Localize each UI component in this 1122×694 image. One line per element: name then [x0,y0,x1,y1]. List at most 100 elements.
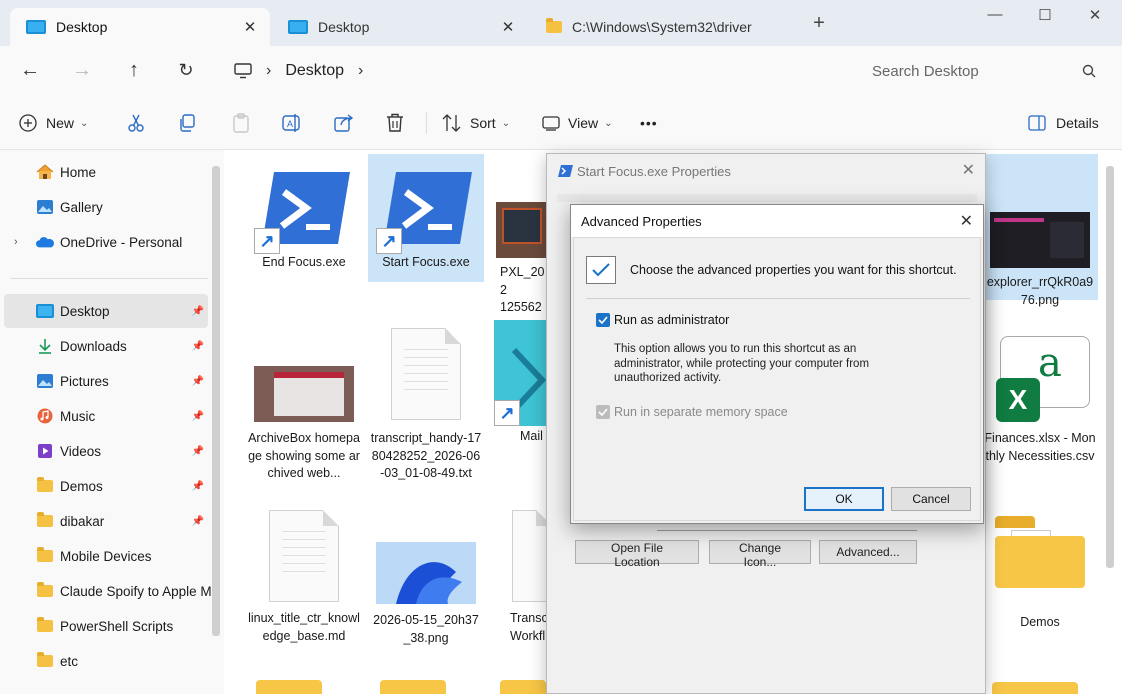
cancel-button[interactable]: Cancel [891,487,971,511]
sidebar-item-videos[interactable]: Videos 📌 [4,434,208,468]
excel-file-icon: a X [990,336,1090,422]
close-icon[interactable]: ✕ [498,18,518,36]
tab-desktop-2[interactable]: Desktop ✕ [272,8,528,46]
file-archivebox[interactable]: ArchiveBox homepage showing some archive… [246,326,362,502]
details-button[interactable]: Details [1028,110,1099,136]
sidebar-item-desktop[interactable]: Desktop 📌 [4,294,208,328]
sidebar-item-claude-spoify[interactable]: Claude Spoify to Apple M [4,574,214,608]
refresh-button[interactable]: ↻ [172,58,200,84]
address-row: ← → ↑ ↻ › Desktop › [0,46,1122,96]
share-button[interactable] [334,110,354,136]
markdown-document-icon [269,510,339,602]
sidebar-item-powershell-scripts[interactable]: PowerShell Scripts [4,609,208,643]
file-end-focus[interactable]: ↗ End Focus.exe [246,158,362,282]
sidebar-item-etc[interactable]: etc [4,644,208,678]
search-input[interactable] [872,62,1082,80]
file-transcript-workflow[interactable]: Transc Workfl [490,508,550,648]
chevron-down-icon: ⌄ [80,117,89,129]
chevron-right-icon[interactable]: › [14,236,36,248]
pin-icon[interactable]: 📌 [192,341,204,352]
content-scrollbar[interactable] [1106,166,1114,568]
file-transcript[interactable]: transcript_handy-1780428252_2026-06-03_0… [368,326,484,502]
new-tab-button[interactable]: + [804,12,834,34]
pin-icon[interactable]: 📌 [192,376,204,387]
breadcrumb-chevron[interactable]: › [358,62,363,80]
open-file-location-button[interactable]: Open File Location [575,540,699,569]
shortcut-app-icon [558,165,573,177]
file-start-focus[interactable]: ↗ Start Focus.exe [368,154,484,282]
view-icon [542,116,560,131]
sidebar-item-music[interactable]: Music 📌 [4,399,208,433]
folder-icon-wrap [36,582,54,599]
breadcrumb-desktop[interactable]: Desktop [285,62,344,80]
close-icon[interactable]: ✕ [240,18,260,36]
new-label: New [46,115,75,131]
folder-icon-wrap [36,617,54,634]
close-icon[interactable]: ✕ [962,160,975,180]
close-icon[interactable]: ✕ [960,211,973,231]
view-button[interactable]: View ⌄ [542,110,612,136]
up-button[interactable]: ↑ [120,58,148,84]
sidebar-item-dibakar[interactable]: dibakar 📌 [4,504,208,538]
separate-memory-checkbox[interactable]: Run in separate memory space [596,405,788,419]
dialog-instruction: Choose the advanced properties you want … [630,263,957,277]
pin-icon[interactable]: 📌 [192,516,204,527]
maximize-button[interactable]: ☐ [1030,6,1060,28]
forward-button[interactable]: → [68,58,96,84]
more-options-button[interactable]: ••• [640,110,658,136]
checkbox-label: Run in separate memory space [614,405,788,419]
rename-button[interactable]: A [282,110,302,136]
back-button[interactable]: ← [16,58,44,84]
text-document-icon [391,328,461,420]
sort-button[interactable]: Sort ⌄ [442,110,510,136]
sidebar-scrollbar[interactable] [212,166,220,636]
file-mails[interactable]: ↗ Mails [490,320,550,450]
file-finances[interactable]: a X Finances.xlsx - Monthly Necessities.… [982,336,1098,486]
change-icon-button[interactable]: Change Icon... [709,540,811,569]
wallpaper-thumbnail [376,542,476,604]
tab-system32[interactable]: C:\Windows\System32\driver [530,8,790,46]
delete-button[interactable] [386,110,404,136]
folder-icon[interactable] [256,680,322,694]
folder-icon[interactable] [380,680,446,694]
file-name: Start Focus.exe [382,255,470,269]
run-as-admin-checkbox[interactable]: Run as administrator [596,313,729,327]
file-pxl-photo[interactable]: PXL_202 1255627 JP [490,158,550,318]
folder-icon[interactable] [992,682,1078,694]
file-screenshot-png[interactable]: 2026-05-15_20h37_38.png [368,508,484,648]
checkbox-checked-icon[interactable] [596,313,610,327]
file-name-line: 1255627 [500,300,542,318]
sidebar-item-pictures[interactable]: Pictures 📌 [4,364,208,398]
close-window-button[interactable]: ✕ [1080,6,1110,28]
file-demos-folder[interactable]: Demos [982,514,1098,634]
pin-icon[interactable]: 📌 [192,306,204,317]
file-explorer-png[interactable]: explorer_rrQkR0a976.png [982,154,1098,307]
pin-icon[interactable]: 📌 [192,446,204,457]
breadcrumb[interactable]: › Desktop › [228,54,842,88]
svg-text:A: A [287,119,293,129]
copy-button[interactable] [178,110,196,136]
sidebar-item-demos[interactable]: Demos 📌 [4,469,208,503]
file-linux-title[interactable]: linux_title_ctr_knowledge_base.md [246,508,362,668]
details-pane-icon [1028,115,1046,131]
sidebar-item-downloads[interactable]: Downloads 📌 [4,329,208,363]
tab-desktop-1[interactable]: Desktop ✕ [10,8,270,46]
new-button[interactable]: New ⌄ [18,110,88,136]
pin-icon[interactable]: 📌 [192,411,204,422]
scissors-icon [128,114,144,132]
ok-button[interactable]: OK [804,487,884,511]
sort-label: Sort [470,115,496,131]
sidebar-item-gallery[interactable]: Gallery [4,190,208,224]
advanced-button[interactable]: Advanced... [819,540,917,564]
folder-icon-wrap [36,512,54,529]
folder-icon [37,477,53,492]
folder-icon-wrap [36,477,54,494]
sidebar-item-home[interactable]: Home [4,155,208,189]
paste-button[interactable] [232,110,250,136]
pin-icon[interactable]: 📌 [192,481,204,492]
folder-icon[interactable] [500,680,546,694]
sidebar-item-onedrive[interactable]: › OneDrive - Personal [4,225,208,259]
minimize-button[interactable]: — [980,6,1010,28]
sidebar-item-mobile-devices[interactable]: Mobile Devices [4,539,208,573]
cut-button[interactable] [126,110,146,136]
